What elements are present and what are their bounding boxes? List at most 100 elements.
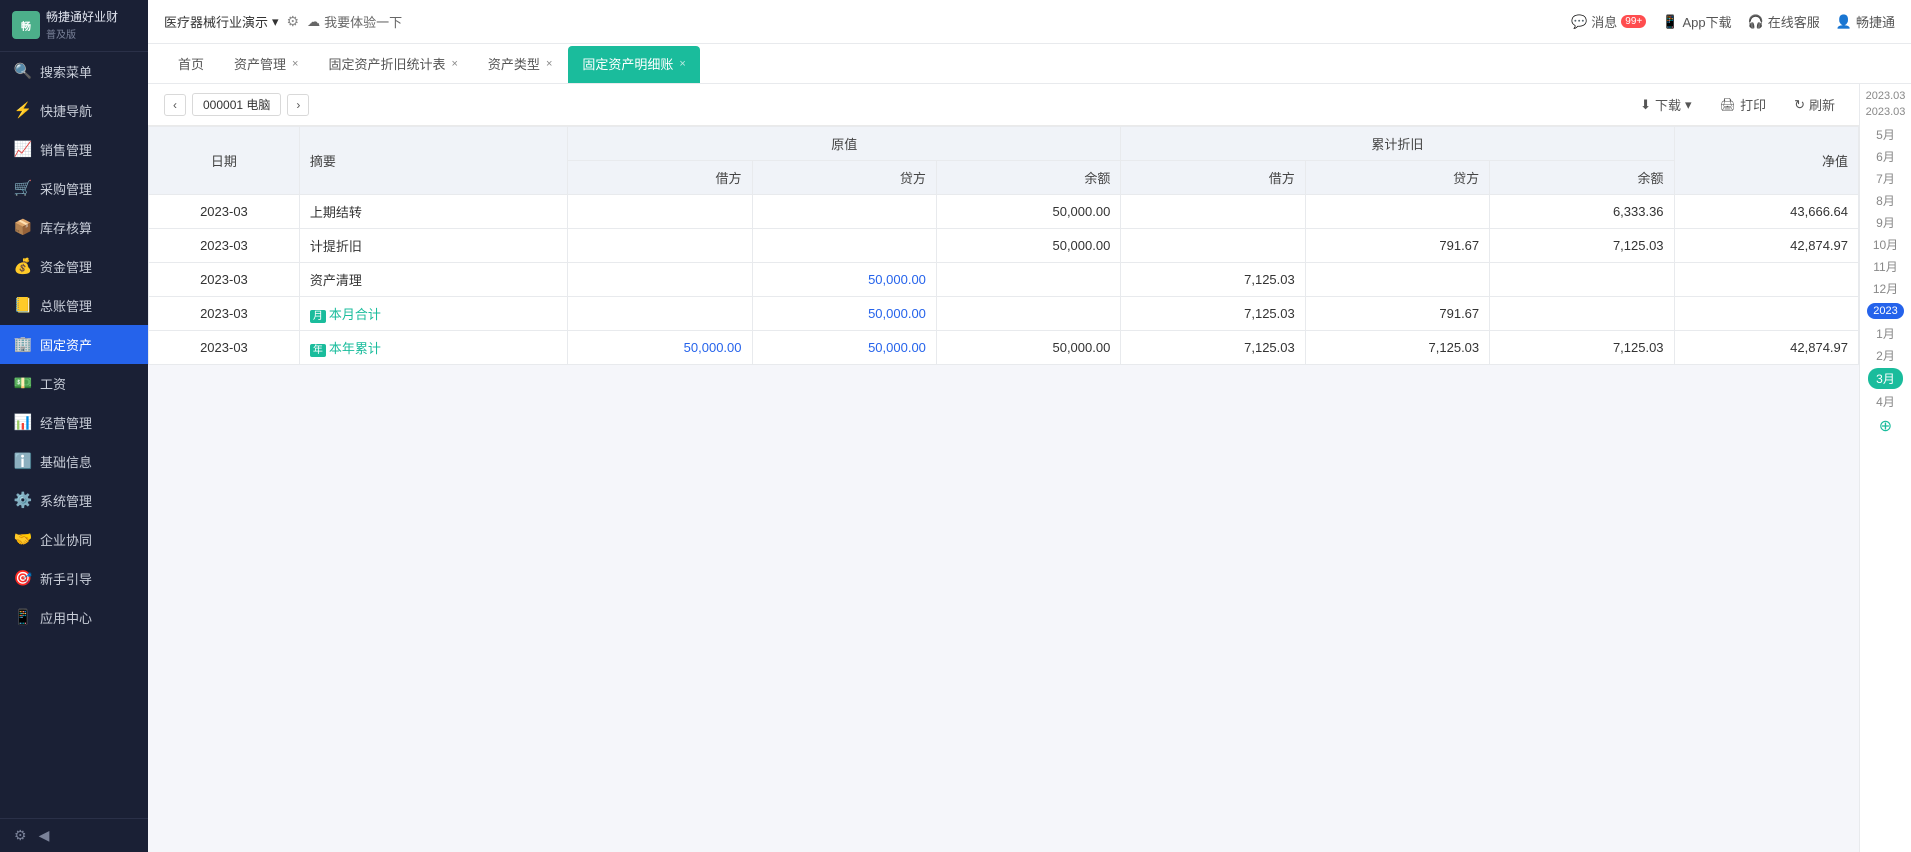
tab-asset-type-close[interactable]: × [546, 58, 552, 70]
purchase-icon: 🛒 [14, 179, 32, 197]
row-desc-3: 本月合计 [329, 307, 381, 322]
refresh-btn[interactable]: ↻ 刷新 [1786, 92, 1843, 117]
ledger-icon: 📒 [14, 296, 32, 314]
timeline-scroll-down[interactable]: ⊕ [1879, 416, 1892, 436]
sidebar-item-finance[interactable]: 💰 资金管理 [0, 247, 148, 286]
sidebar-item-fixed-assets[interactable]: 🏢 固定资产 [0, 325, 148, 364]
sidebar-item-system[interactable]: ⚙️ 系统管理 [0, 481, 148, 520]
timeline-month-11[interactable]: 11月 [1873, 256, 1897, 277]
main-area: 医疗器械行业演示 ▾ ⚙ ☁ 我要体验一下 💬 消息 99+ 📱 App下载 🎧… [148, 0, 1911, 852]
sidebar-item-quick-nav[interactable]: ⚡ 快捷导航 [0, 91, 148, 130]
timeline-header-2: 2023.03 [1866, 104, 1906, 120]
timeline-month-5[interactable]: 5月 [1876, 124, 1895, 145]
sidebar-item-label-finance: 资金管理 [40, 257, 92, 276]
next-asset-btn[interactable]: › [287, 94, 309, 116]
timeline-month-7[interactable]: 7月 [1876, 168, 1895, 189]
tab-depreciation-stat-close[interactable]: × [451, 58, 457, 70]
sidebar-item-enterprise[interactable]: 🤝 企业协同 [0, 520, 148, 559]
content-area: ‹ 000001 电脑 › ⬇ 下载 ▾ 🖨 打印 ↻ [148, 84, 1911, 852]
tab-asset-mgmt[interactable]: 资产管理 × [220, 46, 312, 83]
company-dropdown-icon[interactable]: ▾ [272, 14, 279, 30]
row-desc-cell-2: 资产清理 [299, 263, 567, 297]
timeline-month-8[interactable]: 8月 [1876, 190, 1895, 211]
row-dep-credit-3: 791.67 [1305, 297, 1489, 331]
sidebar-menu: 🔍 搜索菜单 ⚡ 快捷导航 📈 销售管理 🛒 采购管理 📦 库存核算 💰 资金管… [0, 52, 148, 818]
sidebar-item-sales[interactable]: 📈 销售管理 [0, 130, 148, 169]
guide-icon: 🎯 [14, 569, 32, 587]
sidebar-item-app-center[interactable]: 📱 应用中心 [0, 598, 148, 637]
sidebar-item-label-quick-nav: 快捷导航 [40, 101, 92, 120]
sidebar-item-ledger[interactable]: 📒 总账管理 [0, 286, 148, 325]
tab-asset-detail-close[interactable]: × [679, 58, 685, 70]
tab-asset-mgmt-close[interactable]: × [292, 58, 298, 70]
print-label: 打印 [1740, 95, 1766, 114]
sidebar-item-guide[interactable]: 🎯 新手引导 [0, 559, 148, 598]
row-desc-cell-1: 计提折旧 [299, 229, 567, 263]
sidebar-item-label-guide: 新手引导 [40, 569, 92, 588]
row-orig-credit-0 [752, 195, 936, 229]
year-total-icon: 年 [310, 344, 326, 357]
tab-depreciation-stat[interactable]: 固定资产折旧统计表 × [314, 46, 471, 83]
sidebar-item-payroll[interactable]: 💵 工资 [0, 364, 148, 403]
company-selector[interactable]: 医疗器械行业演示 ▾ [164, 12, 279, 31]
tab-asset-type[interactable]: 资产类型 × [474, 46, 566, 83]
sidebar: 畅 畅捷通好业财 普及版 🔍 搜索菜单 ⚡ 快捷导航 📈 销售管理 🛒 采购管理… [0, 0, 148, 852]
timeline-month-6[interactable]: 6月 [1876, 146, 1895, 167]
download-arrow: ▾ [1685, 97, 1692, 113]
timeline-panel: 2023.03 2023.03 5月 6月 7月 8月 9月 10月 11月 1… [1859, 84, 1911, 852]
row-desc-cell-4: 年本年累计 [299, 331, 567, 365]
timeline-month-3-active[interactable]: 3月 [1868, 368, 1903, 389]
sidebar-bottom: ⚙ ◀ [0, 818, 148, 852]
timeline-month-4[interactable]: 4月 [1876, 391, 1895, 412]
sidebar-item-search[interactable]: 🔍 搜索菜单 [0, 52, 148, 91]
experience-btn[interactable]: ☁ 我要体验一下 [307, 12, 402, 31]
timeline-year-2023[interactable]: 2023 [1867, 303, 1903, 319]
app-download-btn[interactable]: 📱 App下载 [1662, 12, 1731, 31]
row-net-value-0: 43,666.64 [1674, 195, 1858, 229]
operations-icon: 📊 [14, 413, 32, 431]
download-btn[interactable]: ⬇ 下载 ▾ [1632, 92, 1699, 117]
user-label: 畅捷通 [1856, 12, 1895, 31]
row-desc-0: 上期结转 [310, 205, 362, 220]
row-dep-balance-1: 7,125.03 [1490, 229, 1674, 263]
sidebar-item-label-fixed-assets: 固定资产 [40, 335, 92, 354]
basic-info-icon: ℹ️ [14, 452, 32, 470]
th-date: 日期 [149, 127, 300, 195]
app-center-icon: 📱 [14, 608, 32, 626]
timeline-month-1[interactable]: 1月 [1876, 323, 1895, 344]
message-btn[interactable]: 💬 消息 99+ [1571, 12, 1646, 31]
sidebar-item-operations[interactable]: 📊 经营管理 [0, 403, 148, 442]
print-btn[interactable]: 🖨 打印 [1712, 92, 1775, 117]
collapse-icon[interactable]: ◀ [39, 827, 50, 844]
row-date-1: 2023-03 [149, 229, 300, 263]
prev-asset-btn[interactable]: ‹ [164, 94, 186, 116]
th-orig-balance: 余额 [936, 161, 1120, 195]
toolbar-actions: ⬇ 下载 ▾ 🖨 打印 ↻ 刷新 [1632, 92, 1843, 117]
tab-home[interactable]: 首页 [164, 46, 218, 83]
row-desc-4: 本年累计 [329, 341, 381, 356]
topbar-settings-icon[interactable]: ⚙ [287, 13, 300, 30]
system-icon: ⚙️ [14, 491, 32, 509]
sidebar-item-inventory[interactable]: 📦 库存核算 [0, 208, 148, 247]
row-dep-balance-0: 6,333.36 [1490, 195, 1674, 229]
content-toolbar: ‹ 000001 电脑 › ⬇ 下载 ▾ 🖨 打印 ↻ [148, 84, 1859, 126]
row-dep-credit-2 [1305, 263, 1489, 297]
timeline-month-2[interactable]: 2月 [1876, 345, 1895, 366]
settings-icon[interactable]: ⚙ [14, 827, 27, 844]
asset-detail-table: 日期 摘要 原值 累计折旧 净值 借方 贷方 余额 借方 贷方 余额 [148, 126, 1859, 365]
online-service-label: 在线客服 [1768, 12, 1820, 31]
timeline-month-9[interactable]: 9月 [1876, 212, 1895, 233]
row-dep-debit-1 [1121, 229, 1305, 263]
logo-subtitle: 普及版 [46, 26, 118, 41]
timeline-month-12[interactable]: 12月 [1873, 278, 1898, 299]
tab-asset-detail[interactable]: 固定资产明细账 × [568, 46, 699, 83]
online-service-btn[interactable]: 🎧 在线客服 [1748, 12, 1820, 31]
download-icon: ⬇ [1640, 97, 1651, 113]
sidebar-item-basic-info[interactable]: ℹ️ 基础信息 [0, 442, 148, 481]
user-btn[interactable]: 👤 畅捷通 [1836, 12, 1895, 31]
topbar-left: 医疗器械行业演示 ▾ ⚙ ☁ 我要体验一下 [164, 12, 402, 31]
sidebar-item-purchase[interactable]: 🛒 采购管理 [0, 169, 148, 208]
app-download-label: App下载 [1682, 12, 1731, 31]
row-dep-debit-3: 7,125.03 [1121, 297, 1305, 331]
timeline-month-10[interactable]: 10月 [1873, 234, 1898, 255]
